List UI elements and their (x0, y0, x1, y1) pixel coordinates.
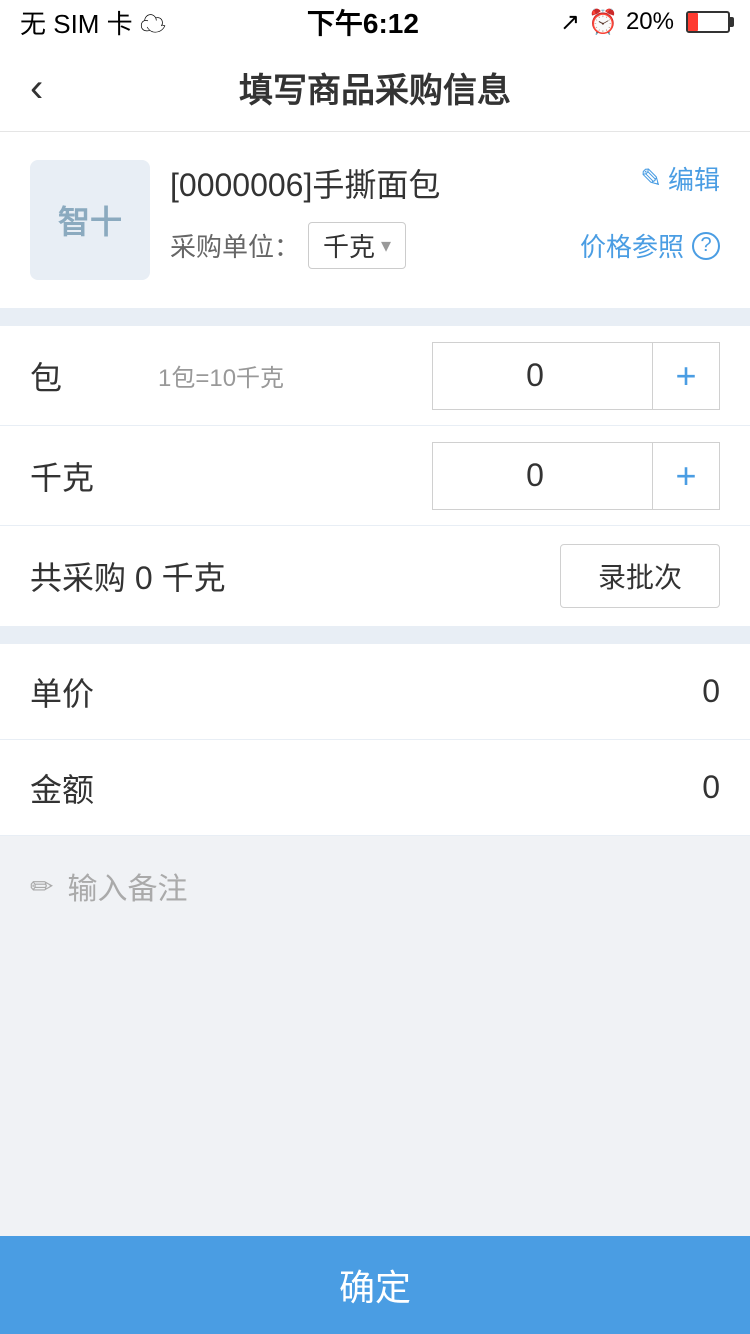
price-ref-label: 价格参照 (580, 227, 684, 264)
kg-plus-button[interactable]: + (652, 442, 720, 510)
battery-percent: 20% (626, 8, 674, 36)
chevron-down-icon: ▾ (381, 233, 391, 258)
edit-button[interactable]: ✎ 编辑 (640, 160, 720, 197)
page-title: 填写商品采购信息 (239, 63, 511, 112)
bottom-fill (0, 936, 750, 1236)
pack-input-row: 包 1包=10千克 + (0, 326, 750, 426)
unit-value: 千克 (323, 227, 375, 264)
product-name: [0000006]手撕面包 (170, 160, 440, 206)
unit-price-label: 单价 (30, 669, 94, 715)
kg-label: 千克 (30, 453, 150, 499)
edit-label: 编辑 (668, 160, 720, 197)
product-image: 智十 (30, 160, 150, 280)
edit-icon: ✎ (640, 163, 662, 194)
kg-qty-input[interactable] (432, 442, 652, 510)
pack-sub-label: 1包=10千克 (158, 358, 284, 393)
product-unit-row: 采购单位： 千克 ▾ 价格参照 ? (170, 222, 720, 269)
batch-button[interactable]: 录批次 (560, 544, 720, 608)
pack-qty-wrap: + (432, 342, 720, 410)
product-info: [0000006]手撕面包 ✎ 编辑 采购单位： 千克 ▾ 价格参照 ? (170, 160, 720, 269)
product-header: [0000006]手撕面包 ✎ 编辑 (170, 160, 720, 206)
section-separator-1 (0, 308, 750, 326)
confirm-button[interactable]: 确定 (0, 1236, 750, 1334)
kg-qty-wrap: + (432, 442, 720, 510)
amount-row: 金额 0 (0, 740, 750, 836)
alarm-icon: ⏰ (588, 8, 618, 37)
pack-plus-button[interactable]: + (652, 342, 720, 410)
summary-text: 共采购 0 千克 (30, 553, 226, 599)
pencil-icon: ✏ (30, 870, 53, 903)
input-section: 包 1包=10千克 + 千克 + (0, 326, 750, 526)
status-left: 无 SIM 卡 ☁ (20, 4, 166, 41)
unit-label: 采购单位： (170, 227, 300, 264)
amount-value: 0 (702, 769, 720, 806)
price-section: 单价 0 金额 0 (0, 644, 750, 836)
kg-input-row: 千克 + (0, 426, 750, 526)
unit-price-row: 单价 0 (0, 644, 750, 740)
status-bar: 无 SIM 卡 ☁ 下午6:12 ↗ ⏰ 20% (0, 0, 750, 44)
price-ref-button[interactable]: 价格参照 ? (580, 227, 720, 264)
price-ref-help-icon: ? (692, 232, 720, 260)
amount-label: 金额 (30, 765, 94, 811)
unit-price-value: 0 (702, 673, 720, 710)
sim-label: 无 SIM 卡 ☁ (20, 4, 166, 41)
pack-qty-input[interactable] (432, 342, 652, 410)
battery-icon (686, 11, 730, 33)
summary-row: 共采购 0 千克 录批次 (0, 526, 750, 626)
remark-placeholder: 输入备注 (67, 864, 187, 908)
location-icon: ↗ (560, 8, 580, 37)
status-time: 下午6:12 (307, 2, 419, 42)
pack-label: 包 (30, 353, 150, 399)
nav-bar: ‹ 填写商品采购信息 (0, 44, 750, 132)
remark-section[interactable]: ✏ 输入备注 (0, 836, 750, 936)
unit-select[interactable]: 千克 ▾ (308, 222, 406, 269)
back-button[interactable]: ‹ (30, 68, 43, 108)
product-card: 智十 [0000006]手撕面包 ✎ 编辑 采购单位： 千克 ▾ 价格参照 ? (0, 132, 750, 308)
product-logo-text: 智十 (58, 197, 122, 243)
status-right: ↗ ⏰ 20% (560, 8, 730, 37)
section-separator-2 (0, 626, 750, 644)
